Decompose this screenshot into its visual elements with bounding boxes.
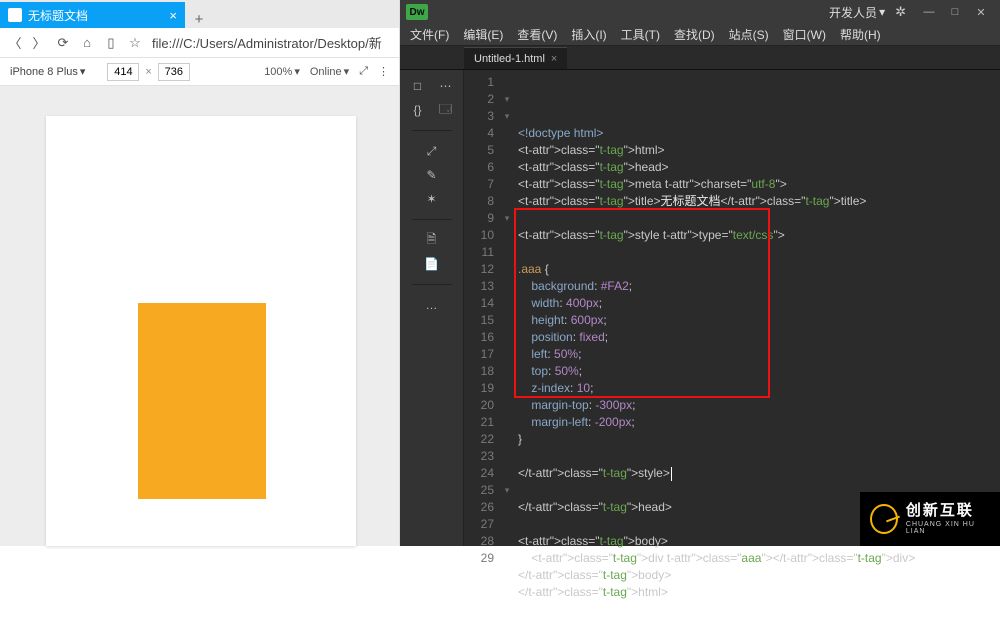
viewport-height-input[interactable] bbox=[158, 63, 190, 81]
dw-logo: Dw bbox=[406, 4, 428, 20]
dreamweaver-window: Dw 开发人员▾ ✲ — □ ✕ 文件(F) 编辑(E) 查看(V) 插入(I)… bbox=[400, 0, 1000, 546]
tool-5[interactable]: ⤢ bbox=[421, 141, 443, 161]
tool-2[interactable]: ⋯ bbox=[435, 76, 457, 96]
menu-insert[interactable]: 插入(I) bbox=[571, 26, 606, 43]
menu-tools[interactable]: 工具(T) bbox=[621, 26, 660, 43]
fold-gutter: ▾▾▾▾ bbox=[500, 70, 514, 546]
brand-en: CHUANG XIN HU LIAN bbox=[906, 521, 990, 535]
brand-watermark: 创新互联 CHUANG XIN HU LIAN bbox=[860, 492, 1000, 546]
file-tab-label: Untitled-1.html bbox=[474, 53, 545, 65]
menu-site[interactable]: 站点(S) bbox=[729, 26, 769, 43]
device-toolbar: iPhone 8 Plus▾ × 100%▾ Online▾ ⤢ ⋮ bbox=[0, 58, 399, 86]
device-select[interactable]: iPhone 8 Plus▾ bbox=[10, 65, 85, 78]
tool-4[interactable]: 🗔 bbox=[435, 100, 457, 120]
tool-8[interactable]: 🗎 bbox=[421, 230, 443, 250]
favicon bbox=[8, 8, 22, 22]
aaa-box bbox=[138, 303, 266, 499]
tool-9[interactable]: 📄 bbox=[421, 254, 443, 274]
preview-area bbox=[0, 86, 399, 546]
star-icon[interactable]: ☆ bbox=[128, 36, 142, 50]
address-bar: 〈 〉 ⟳ ⌂ ▯ ☆ file:///C:/Users/Administrat… bbox=[0, 28, 399, 58]
network-select[interactable]: Online▾ bbox=[310, 65, 349, 78]
reload-icon[interactable]: ⟳ bbox=[56, 36, 70, 50]
new-tab-button[interactable]: + bbox=[185, 11, 213, 28]
line-numbers: 1234567891011121314151617181920212223242… bbox=[464, 70, 500, 546]
file-tab-close-icon[interactable]: × bbox=[551, 53, 557, 65]
more-icon[interactable]: ⋮ bbox=[378, 65, 389, 78]
browser-window: 无标题文档 × + 〈 〉 ⟳ ⌂ ▯ ☆ file:///C:/Users/A… bbox=[0, 0, 400, 546]
tool-3[interactable]: {} bbox=[407, 100, 429, 120]
tool-6[interactable]: ✎ bbox=[421, 165, 443, 185]
menu-find[interactable]: 查找(D) bbox=[674, 26, 715, 43]
dw-titlebar: Dw 开发人员▾ ✲ — □ ✕ bbox=[400, 0, 1000, 24]
file-tab-active[interactable]: Untitled-1.html × bbox=[464, 47, 567, 69]
viewport-width-input[interactable] bbox=[107, 63, 139, 81]
menu-edit[interactable]: 编辑(E) bbox=[463, 26, 503, 43]
code-editor[interactable]: <!doctype html><t-attr">class="t-tag">ht… bbox=[514, 70, 1000, 546]
read-icon[interactable]: ▯ bbox=[104, 36, 118, 50]
forward-icon[interactable]: 〉 bbox=[32, 36, 46, 50]
side-toolbar: □ ⋯ {} 🗔 ⤢ ✎ ✶ 🗎 📄 … bbox=[400, 70, 464, 546]
browser-tabbar: 无标题文档 × + bbox=[0, 0, 399, 28]
brand-logo-icon bbox=[870, 504, 898, 534]
tool-7[interactable]: ✶ bbox=[421, 189, 443, 209]
minimize-icon[interactable]: — bbox=[916, 2, 942, 22]
zoom-select[interactable]: 100%▾ bbox=[264, 65, 300, 78]
maximize-icon[interactable]: □ bbox=[942, 2, 968, 22]
dw-menubar: 文件(F) 编辑(E) 查看(V) 插入(I) 工具(T) 查找(D) 站点(S… bbox=[400, 24, 1000, 46]
menu-view[interactable]: 查看(V) bbox=[517, 26, 557, 43]
workspace-select[interactable]: 开发人员▾ bbox=[829, 4, 885, 21]
tool-1[interactable]: □ bbox=[407, 76, 429, 96]
tab-close-icon[interactable]: × bbox=[169, 8, 177, 23]
rotate-icon[interactable]: ⤢ bbox=[359, 65, 368, 78]
menu-window[interactable]: 窗口(W) bbox=[783, 26, 826, 43]
tab-title: 无标题文档 bbox=[28, 7, 88, 24]
back-icon[interactable]: 〈 bbox=[8, 36, 22, 50]
dim-x: × bbox=[145, 66, 151, 78]
editor-area: □ ⋯ {} 🗔 ⤢ ✎ ✶ 🗎 📄 … 123456789101112131415… bbox=[400, 70, 1000, 546]
url-text[interactable]: file:///C:/Users/Administrator/Desktop/新 bbox=[152, 33, 391, 52]
settings-gear-icon[interactable]: ✲ bbox=[895, 4, 906, 20]
brand-cn: 创新互联 bbox=[906, 503, 990, 518]
dw-filetabs: Untitled-1.html × bbox=[400, 46, 1000, 70]
rendered-page bbox=[46, 116, 356, 546]
menu-help[interactable]: 帮助(H) bbox=[840, 26, 881, 43]
tool-more[interactable]: … bbox=[421, 295, 443, 315]
menu-file[interactable]: 文件(F) bbox=[410, 26, 449, 43]
browser-tab-active[interactable]: 无标题文档 × bbox=[0, 2, 185, 28]
home-icon[interactable]: ⌂ bbox=[80, 36, 94, 50]
close-icon[interactable]: ✕ bbox=[968, 2, 994, 22]
